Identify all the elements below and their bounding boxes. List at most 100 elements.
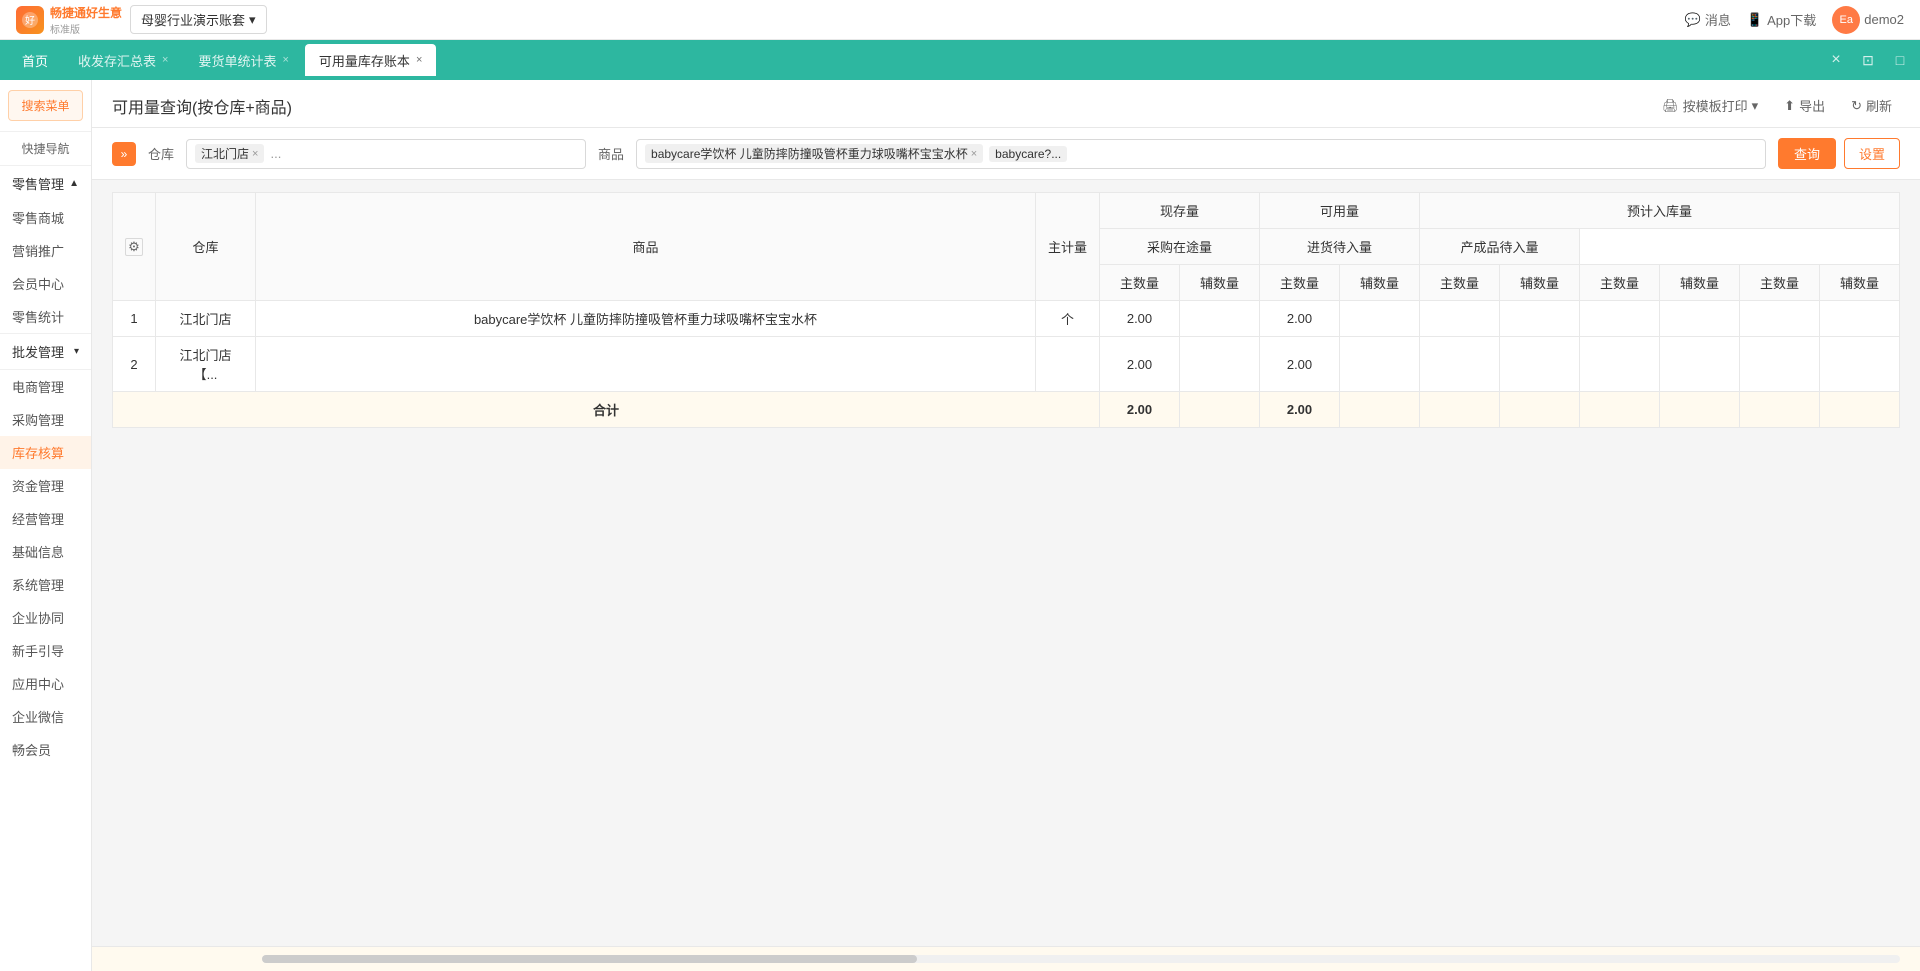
export-btn[interactable]: ⬆ 导出 <box>1776 92 1833 119</box>
tab-order-stats[interactable]: 要货单统计表 × <box>184 44 302 76</box>
print-btn[interactable]: 🖨 按模板打印 ▾ <box>1654 92 1766 119</box>
warehouse-tag-1-remove[interactable]: × <box>252 148 258 160</box>
top-bar-right: 💬 消息 📱 App下载 Ea demo2 <box>1685 6 1904 34</box>
warehouse-tag-1: 江北门店 × <box>195 144 264 163</box>
refresh-icon: ↻ <box>1851 98 1862 114</box>
product-filter-label: 商品 <box>598 144 624 163</box>
window-close-btn[interactable]: × <box>1824 48 1848 72</box>
window-maximize-btn[interactable]: □ <box>1888 48 1912 72</box>
main-layout: 搜索菜单 快捷导航 零售管理 ▲ 零售商城 营销推广 会员中心 零售统计 批发管… <box>0 80 1920 971</box>
table-footer <box>92 946 1920 971</box>
top-bar-left: 好 畅捷通好生意 标准版 母婴行业演示账套 ▾ <box>16 4 267 36</box>
th-available-main: 主数量 <box>1260 265 1340 301</box>
sidebar-item-purchase[interactable]: 采购管理 <box>0 403 91 436</box>
row1-purchase-transit-main <box>1420 301 1500 337</box>
th-inbound-main: 主数量 <box>1580 265 1660 301</box>
message-icon: 💬 <box>1685 12 1701 28</box>
sidebar-item-system[interactable]: 系统管理 <box>0 568 91 601</box>
product-filter-tags[interactable]: babycare学饮杯 儿童防摔防撞吸管杯重力球吸嘴杯宝宝水杯 × babyca… <box>636 139 1766 169</box>
table-row: 1 江北门店 babycare学饮杯 儿童防摔防撞吸管杯重力球吸嘴杯宝宝水杯 个… <box>113 301 1900 337</box>
settings-btn[interactable]: 设置 <box>1844 138 1900 169</box>
sidebar-item-finance[interactable]: 资金管理 <box>0 469 91 502</box>
th-purchase-transit-main: 主数量 <box>1420 265 1500 301</box>
th-stock-main: 主数量 <box>1100 265 1180 301</box>
scrollbar-thumb <box>262 955 917 963</box>
row1-no: 1 <box>113 301 156 337</box>
th-purchase-transit-aux: 辅数量 <box>1500 265 1580 301</box>
sidebar-item-new-guide[interactable]: 新手引导 <box>0 634 91 667</box>
sidebar-item-retail-mall[interactable]: 零售商城 <box>0 201 91 234</box>
warehouse-filter-tags[interactable]: 江北门店 × ... <box>186 139 586 169</box>
sidebar-item-marketing[interactable]: 营销推广 <box>0 234 91 267</box>
sidebar-item-enterprise-wechat[interactable]: 企业微信 <box>0 700 91 733</box>
tab-receive-send-close[interactable]: × <box>162 54 168 66</box>
row1-product: babycare学饮杯 儿童防摔防撞吸管杯重力球吸嘴杯宝宝水杯 <box>256 301 1036 337</box>
filter-expand-btn[interactable]: » <box>112 142 136 166</box>
sidebar-group-retail-header[interactable]: 零售管理 ▲ <box>0 166 91 201</box>
th-purchase-transit: 采购在途量 <box>1100 229 1260 265</box>
industry-select[interactable]: 母婴行业演示账套 ▾ <box>130 5 267 34</box>
nav-tabs: 首页 收发存汇总表 × 要货单统计表 × 可用量库存账本 × × ⊡ □ <box>0 40 1920 80</box>
logo-icon: 好 <box>16 6 44 34</box>
horizontal-scrollbar[interactable] <box>262 955 1900 963</box>
tab-order-stats-close[interactable]: × <box>282 54 288 66</box>
sidebar-item-app-center[interactable]: 应用中心 <box>0 667 91 700</box>
top-bar: 好 畅捷通好生意 标准版 母婴行业演示账套 ▾ 💬 消息 📱 App下载 Ea … <box>0 0 1920 40</box>
logo-area: 好 畅捷通好生意 标准版 <box>16 4 122 36</box>
tab-home[interactable]: 首页 <box>8 44 62 76</box>
product-tag-1: babycare学饮杯 儿童防摔防撞吸管杯重力球吸嘴杯宝宝水杯 × <box>645 144 983 163</box>
row2-finished-aux <box>1820 337 1900 392</box>
tab-available-stock[interactable]: 可用量库存账本 × <box>305 44 436 76</box>
product-tag-1-remove[interactable]: × <box>971 148 977 160</box>
warehouse-filter-label: 仓库 <box>148 144 174 163</box>
app-download-btn[interactable]: 📱 App下载 <box>1747 10 1816 29</box>
sidebar-item-operations[interactable]: 经营管理 <box>0 502 91 535</box>
row2-warehouse: 江北门店【... <box>156 337 256 392</box>
print-chevron-icon: ▾ <box>1752 98 1759 114</box>
sidebar-item-inventory[interactable]: 库存核算 <box>0 436 91 469</box>
th-settings[interactable]: ⚙ <box>113 193 156 301</box>
message-btn[interactable]: 💬 消息 <box>1685 10 1731 29</box>
th-inbound-aux: 辅数量 <box>1660 265 1740 301</box>
filter-actions: 查询 设置 <box>1778 138 1900 169</box>
quick-nav-btn[interactable]: 快捷导航 <box>0 132 91 166</box>
row1-finished-main <box>1740 301 1820 337</box>
tab-available-stock-close[interactable]: × <box>416 54 422 66</box>
tab-available-stock-label: 可用量库存账本 <box>319 51 410 70</box>
search-menu-btn[interactable]: 搜索菜单 <box>8 90 83 121</box>
total-purchase-transit-main <box>1420 392 1500 428</box>
sidebar-item-retail-stats[interactable]: 零售统计 <box>0 300 91 333</box>
nav-window-actions: × ⊡ □ <box>1824 48 1912 72</box>
sidebar-item-member[interactable]: 会员中心 <box>0 267 91 300</box>
row2-unit <box>1035 337 1099 392</box>
sidebar-group-wholesale-header[interactable]: 批发管理 ▾ <box>0 334 91 369</box>
svg-text:好: 好 <box>25 15 35 27</box>
row2-no: 2 <box>113 337 156 392</box>
th-finished-main: 主数量 <box>1740 265 1820 301</box>
window-restore-btn[interactable]: ⊡ <box>1856 48 1880 72</box>
sidebar-item-ecommerce[interactable]: 电商管理 <box>0 370 91 403</box>
row1-unit: 个 <box>1035 301 1099 337</box>
row1-inbound-main <box>1580 301 1660 337</box>
refresh-btn[interactable]: ↻ 刷新 <box>1843 92 1900 119</box>
total-stock-main: 2.00 <box>1100 392 1180 428</box>
total-available-main: 2.00 <box>1260 392 1340 428</box>
th-available: 可用量 <box>1260 193 1420 229</box>
content-area: 可用量查询(按仓库+商品) 🖨 按模板打印 ▾ ⬆ 导出 ↻ 刷新 » <box>92 80 1920 971</box>
column-settings-icon[interactable]: ⚙ <box>125 238 143 256</box>
query-btn[interactable]: 查询 <box>1778 138 1836 169</box>
sidebar-item-basic-info[interactable]: 基础信息 <box>0 535 91 568</box>
table-area: ⚙ 仓库 商品 主计量 现存量 可用量 预计入库量 采购在途量 进货待入量 产成… <box>92 180 1920 946</box>
warehouse-ellipsis[interactable]: ... <box>270 146 281 161</box>
tab-receive-send[interactable]: 收发存汇总表 × <box>64 44 182 76</box>
page-actions: 🖨 按模板打印 ▾ ⬆ 导出 ↻ 刷新 <box>1654 92 1900 119</box>
row2-inbound-main <box>1580 337 1660 392</box>
user-profile[interactable]: Ea demo2 <box>1832 6 1904 34</box>
sidebar-item-enterprise-collab[interactable]: 企业协同 <box>0 601 91 634</box>
tab-order-stats-label: 要货单统计表 <box>198 51 276 70</box>
page-header: 可用量查询(按仓库+商品) 🖨 按模板打印 ▾ ⬆ 导出 ↻ 刷新 <box>92 80 1920 128</box>
total-label: 合计 <box>113 392 1100 428</box>
row2-available-aux <box>1340 337 1420 392</box>
sidebar-item-vip-member[interactable]: 畅会员 <box>0 733 91 766</box>
th-product: 商品 <box>256 193 1036 301</box>
